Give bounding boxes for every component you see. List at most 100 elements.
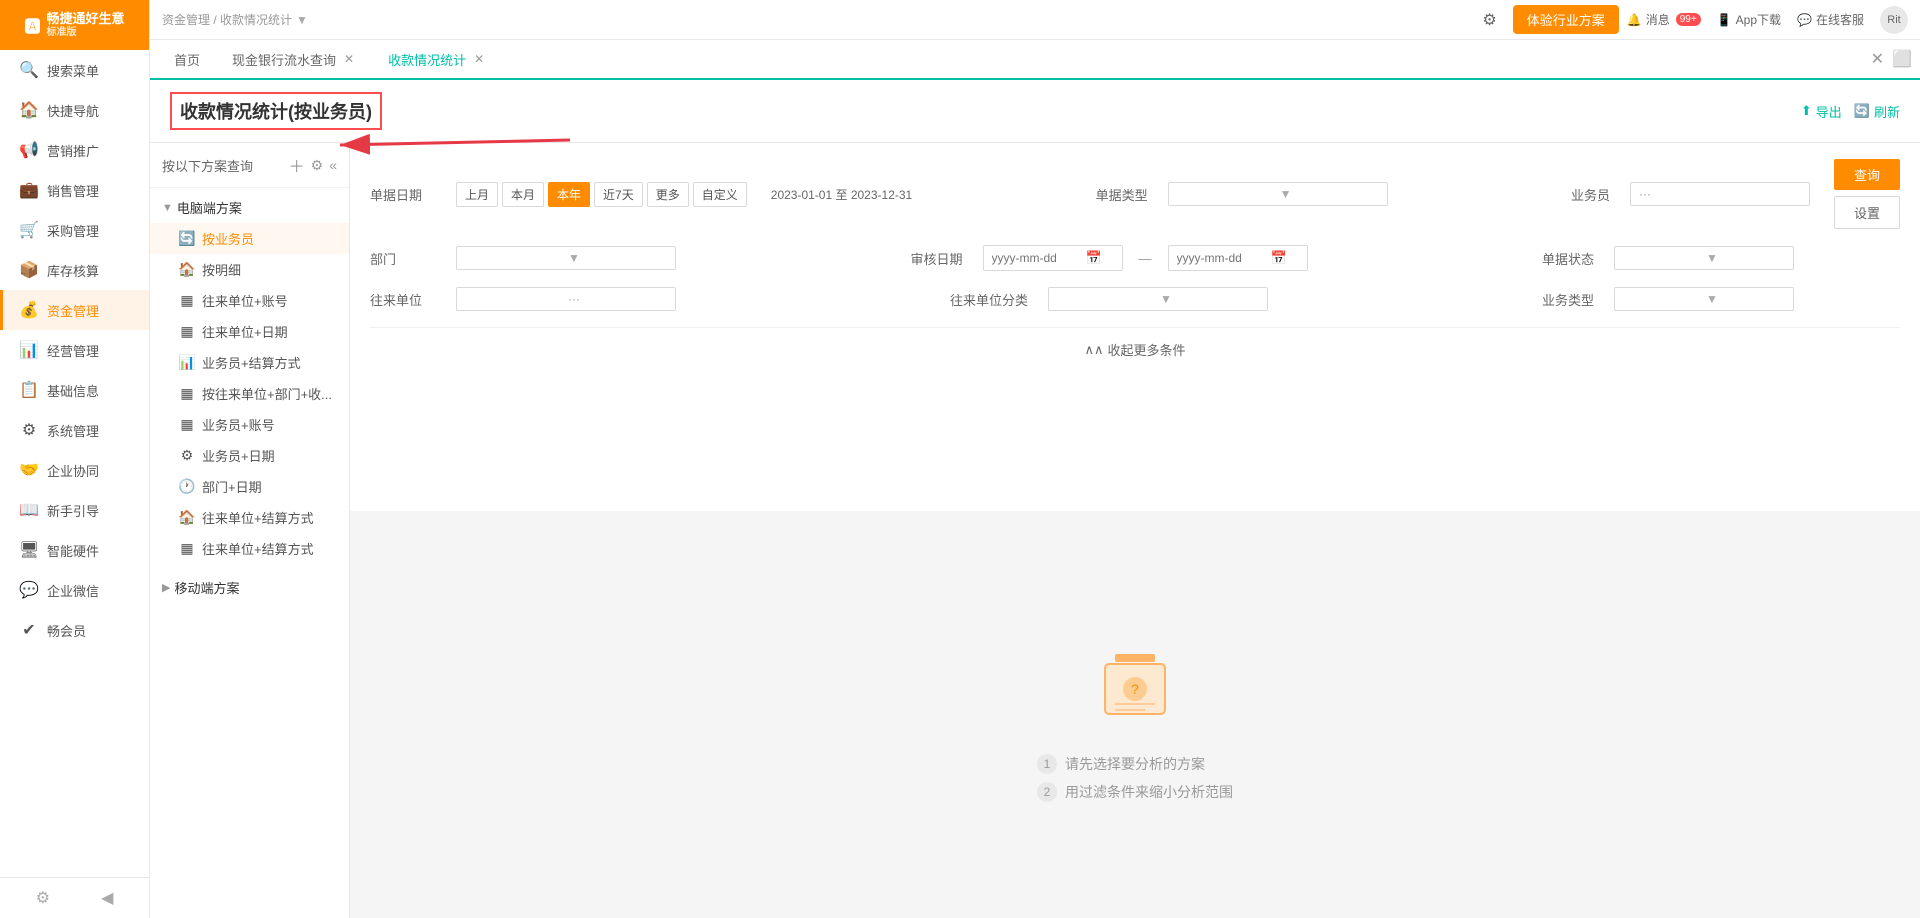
audit-label: 审核日期	[910, 249, 962, 268]
sidebar: 🅰 畅捷通好生意 标准版 🔍 搜索菜单🏠 快捷导航📢 营销推广💼 销售管理🛒 采…	[0, 0, 150, 918]
tab-window-controls: ✕ ⬜	[1871, 40, 1912, 78]
scheme-item-label-sales_settle: 业务员+结算方式	[202, 353, 301, 372]
sidebar-item-search[interactable]: 🔍 搜索菜单	[0, 50, 149, 90]
audit-start-input[interactable]: 📅	[983, 245, 1123, 271]
breadcrumb-dropdown-icon[interactable]: ▼	[296, 13, 308, 27]
header-settings-icon[interactable]: ⚙	[1482, 10, 1496, 30]
tab-home[interactable]: 首页	[158, 40, 216, 80]
date-label: 单据日期	[370, 185, 440, 204]
dept-select[interactable]: ▼	[456, 246, 676, 270]
unit-category-caret: ▼	[1160, 292, 1259, 306]
scheme-item-sales_account[interactable]: ▦ 业务员+账号	[150, 409, 349, 440]
tab-receipt-close[interactable]: ✕	[472, 50, 486, 68]
scheme-item-dept_date[interactable]: 🕐 部门+日期	[150, 471, 349, 502]
audit-start-field[interactable]	[992, 251, 1082, 265]
settings-bottom-icon[interactable]: ⚙	[36, 888, 50, 908]
content-area: 按以下方案查询 ＋ ⚙ « ▼电脑端方案🔄 按业务员🏠 按明细▦ 往来单位+账号…	[150, 143, 1920, 918]
scheme-item-icon-unit_settle1: 🏠	[178, 509, 196, 526]
tab-bank[interactable]: 现金银行流水查询✕	[216, 40, 372, 80]
online-service-btn[interactable]: 💬 在线客服	[1797, 11, 1864, 28]
date-buttons-group: 上月本月本年近7天更多自定义	[456, 182, 747, 207]
type-select[interactable]: ▼	[1168, 182, 1388, 206]
scheme-item-unit_settle1[interactable]: 🏠 往来单位+结算方式	[150, 502, 349, 533]
date-btn-更多[interactable]: 更多	[647, 182, 689, 207]
date-btn-本年[interactable]: 本年	[548, 182, 590, 207]
sales-select[interactable]: ···	[1630, 182, 1810, 206]
scheme-item-by_detail[interactable]: 🏠 按明细	[150, 254, 349, 285]
sidebar-item-enterprise[interactable]: 🤝 企业协同	[0, 450, 149, 490]
window-close-icon[interactable]: ✕	[1871, 49, 1884, 69]
scheme-header: 按以下方案查询 ＋ ⚙ «	[150, 143, 349, 188]
window-expand-icon[interactable]: ⬜	[1892, 49, 1912, 69]
type-label: 单据类型	[1096, 185, 1148, 204]
sidebar-item-sales[interactable]: 💼 销售管理	[0, 170, 149, 210]
breadcrumb-text: 资金管理 / 收款情况统计	[162, 11, 292, 28]
collapse-sidebar-icon[interactable]: ◀	[101, 888, 113, 908]
scheme-item-unit_dept_recv[interactable]: ▦ 按往来单位+部门+收...	[150, 378, 349, 409]
tabs-container: 首页现金银行流水查询✕收款情况统计✕	[158, 40, 502, 78]
top-header: 资金管理 / 收款情况统计 ▼ ⚙ 体验行业方案 🔔 消息 99+ 📱 App下…	[150, 0, 1920, 40]
tab-bank-close[interactable]: ✕	[342, 50, 356, 68]
sidebar-item-quicknav[interactable]: 🏠 快捷导航	[0, 90, 149, 130]
sidebar-item-basicinfo[interactable]: 📋 基础信息	[0, 370, 149, 410]
tip-text-2: 用过滤条件来缩小分析范围	[1065, 782, 1233, 802]
app-download-btn[interactable]: 📱 App下载	[1717, 11, 1781, 28]
date-btn-近7天[interactable]: 近7天	[594, 182, 643, 207]
collapse-btn[interactable]: ∧∧ 收起更多条件	[1084, 340, 1185, 359]
page-header: 收款情况统计(按业务员) ⬆ 导出 🔄 刷新	[150, 80, 1920, 143]
scheme-item-label-unit_account: 往来单位+账号	[202, 291, 288, 310]
service-label: 在线客服	[1816, 11, 1864, 28]
refresh-button[interactable]: 🔄 刷新	[1854, 102, 1900, 121]
scheme-collapse-icon[interactable]: «	[329, 157, 337, 173]
scheme-item-label-sales_account: 业务员+账号	[202, 415, 275, 434]
tip-num-2: 2	[1037, 782, 1057, 802]
sidebar-item-system[interactable]: ⚙ 系统管理	[0, 410, 149, 450]
date-btn-本月[interactable]: 本月	[502, 182, 544, 207]
date-btn-自定义[interactable]: 自定义	[693, 182, 747, 207]
scheme-group-title-mobile[interactable]: ▶移动端方案	[150, 572, 349, 603]
sidebar-item-marketing[interactable]: 📢 营销推广	[0, 130, 149, 170]
scheme-group-title-desktop[interactable]: ▼电脑端方案	[150, 192, 349, 223]
export-button[interactable]: ⬆ 导出	[1801, 102, 1842, 121]
audit-end-field[interactable]	[1177, 251, 1267, 265]
sidebar-item-purchase[interactable]: 🛒 采购管理	[0, 210, 149, 250]
sidebar-system-label: 系统管理	[47, 421, 99, 440]
scheme-item-unit_settle2[interactable]: ▦ 往来单位+结算方式	[150, 533, 349, 564]
query-button[interactable]: 查询	[1834, 159, 1900, 190]
audit-end-input[interactable]: 📅	[1168, 245, 1308, 271]
sidebar-item-hardware[interactable]: 🖥 智能硬件	[0, 530, 149, 570]
scheme-add-icon[interactable]: ＋	[289, 153, 305, 177]
notification-btn[interactable]: 🔔 消息 99+	[1627, 11, 1701, 28]
unit-select[interactable]: ···	[456, 287, 676, 311]
scheme-settings-icon[interactable]: ⚙	[311, 157, 324, 174]
sidebar-guide-icon: 📖	[19, 500, 39, 520]
biz-type-select[interactable]: ▼	[1614, 287, 1794, 311]
tab-receipt[interactable]: 收款情况统计✕	[372, 40, 502, 80]
biz-type-label: 业务类型	[1542, 290, 1594, 309]
sidebar-inventory-icon: 📦	[19, 260, 39, 280]
sidebar-system-icon: ⚙	[19, 420, 39, 440]
scheme-item-icon-by_sales: 🔄	[178, 230, 196, 247]
scheme-item-unit_account[interactable]: ▦ 往来单位+账号	[150, 285, 349, 316]
scheme-groups: ▼电脑端方案🔄 按业务员🏠 按明细▦ 往来单位+账号▦ 往来单位+日期📊 业务员…	[150, 188, 349, 607]
scheme-item-sales_settle[interactable]: 📊 业务员+结算方式	[150, 347, 349, 378]
date-btn-上月[interactable]: 上月	[456, 182, 498, 207]
sidebar-item-finance[interactable]: 💰 资金管理	[0, 290, 149, 330]
unit-category-select[interactable]: ▼	[1048, 287, 1268, 311]
setting-button[interactable]: 设置	[1834, 196, 1900, 229]
sidebar-basicinfo-icon: 📋	[19, 380, 39, 400]
sidebar-item-operation[interactable]: 📊 经营管理	[0, 330, 149, 370]
trial-button[interactable]: 体验行业方案	[1513, 5, 1619, 34]
status-select[interactable]: ▼	[1614, 246, 1794, 270]
scheme-item-sales_date[interactable]: ⚙ 业务员+日期	[150, 440, 349, 471]
scheme-item-unit_date[interactable]: ▦ 往来单位+日期	[150, 316, 349, 347]
date-range: 2023-01-01 至 2023-12-31	[771, 186, 912, 203]
right-panel: 单据日期 上月本月本年近7天更多自定义 2023-01-01 至 2023-12…	[350, 143, 1920, 918]
scheme-item-by_sales[interactable]: 🔄 按业务员	[150, 223, 349, 254]
date-separator: —	[1139, 251, 1152, 266]
sidebar-item-guide[interactable]: 📖 新手引导	[0, 490, 149, 530]
sidebar-item-member[interactable]: ✔ 畅会员	[0, 610, 149, 650]
user-avatar[interactable]: Rit	[1880, 6, 1908, 34]
sidebar-item-wechat[interactable]: 💬 企业微信	[0, 570, 149, 610]
sidebar-item-inventory[interactable]: 📦 库存核算	[0, 250, 149, 290]
